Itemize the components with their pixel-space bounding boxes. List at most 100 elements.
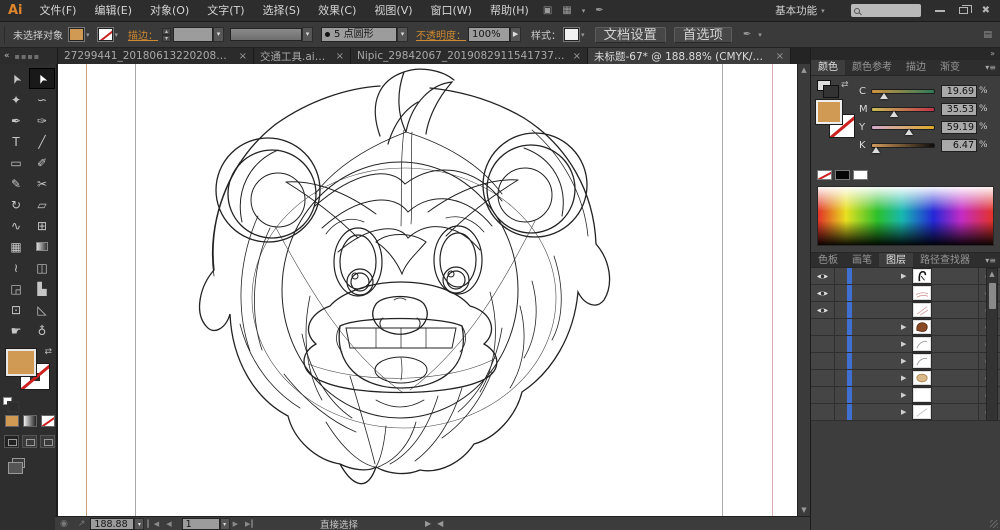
share-icon[interactable]: ↗ (73, 519, 91, 529)
layer-row[interactable]: ▶◎ (811, 319, 1000, 336)
artboard-canvas[interactable] (58, 64, 797, 516)
color-fill-proxy[interactable] (816, 100, 842, 124)
brush-dropdown[interactable]: ▾ (397, 27, 408, 42)
slider-thumb[interactable] (890, 111, 898, 117)
stroke-dropdown-icon[interactable]: ▾ (113, 31, 121, 39)
pen-tool[interactable]: ✒ (3, 110, 29, 131)
visibility-toggle[interactable] (811, 336, 835, 352)
menubar-item[interactable]: 对象(O) (141, 0, 198, 22)
free-transform-tool[interactable]: ▱ (29, 194, 55, 215)
panel-tab-画笔[interactable]: 画笔 (845, 253, 879, 267)
panel-tab-颜色[interactable]: 颜色 (811, 60, 845, 75)
fill-color-swatch[interactable] (69, 28, 84, 41)
layer-row[interactable]: ▶◎ (811, 404, 1000, 421)
scissors-tool[interactable]: ✂ (29, 173, 55, 194)
perspective-grid-tool[interactable]: ⊞ (29, 215, 55, 236)
stepper-down-icon[interactable]: ▾ (162, 35, 171, 42)
slider-value-field[interactable]: 35.53 (941, 103, 977, 116)
slider-thumb[interactable] (872, 147, 880, 153)
vertical-scrollbar[interactable]: ▲ ▼ (797, 64, 810, 516)
panel-menu-icon[interactable]: ▾≡ (985, 253, 1000, 267)
slider-track[interactable] (871, 107, 935, 112)
screen-mode-button[interactable] (12, 458, 25, 468)
document-tab[interactable]: 未标题-67* @ 188.88% (CMYK/轮廓)× (588, 48, 791, 64)
menubar-item[interactable]: 视图(V) (365, 0, 421, 22)
toolbar-collapse-icon[interactable]: « (4, 51, 10, 61)
layer-main[interactable]: ▶ (835, 353, 978, 369)
layer-thumbnail[interactable] (913, 371, 931, 385)
color-swap-icon[interactable]: ⇄ (841, 80, 849, 90)
pen-behavior-icon[interactable]: ✒ (590, 5, 608, 16)
blend-tool[interactable]: ◲ (3, 278, 29, 299)
slice-tool[interactable]: ◺ (29, 299, 55, 320)
artboard-field[interactable]: 1 (182, 518, 220, 530)
none-swatch[interactable] (817, 170, 832, 180)
layer-thumbnail[interactable] (913, 269, 931, 283)
expand-triangle-icon[interactable]: ▶ (901, 272, 906, 280)
layer-main[interactable]: ▶ (835, 370, 978, 386)
rotate-tool[interactable]: ↻ (3, 194, 29, 215)
menubar-item[interactable]: 窗口(W) (422, 0, 481, 22)
layers-scroll-thumb[interactable] (989, 283, 996, 309)
none-button[interactable] (41, 415, 55, 427)
last-artboard-icon[interactable]: ▶▎ (242, 520, 261, 528)
draw-normal-button[interactable] (4, 435, 19, 448)
expand-triangle-icon[interactable]: ▶ (901, 408, 906, 416)
zoom-dropdown[interactable]: ▾ (134, 518, 144, 530)
layer-thumbnail[interactable] (913, 337, 931, 351)
visibility-eye-icon[interactable] (811, 285, 835, 301)
slider-track[interactable] (871, 143, 935, 148)
menubar-item[interactable]: 帮助(H) (481, 0, 538, 22)
status-dot-icon[interactable]: ◉ (55, 519, 73, 529)
scroll-up-icon[interactable]: ▲ (801, 66, 806, 74)
color-spectrum[interactable] (817, 186, 994, 246)
status-scroll-arrows[interactable]: ▶◀ (425, 519, 449, 528)
curvature-tool[interactable]: ✑ (29, 110, 55, 131)
draw-behind-button[interactable] (22, 435, 37, 448)
arrange-documents-icon[interactable]: ▣ (538, 5, 557, 16)
magic-wand-tool[interactable]: ✦ (3, 89, 29, 110)
slider-thumb[interactable] (880, 93, 888, 99)
panel-tab-渐变[interactable]: 渐变 (933, 60, 967, 75)
stepper-up-icon[interactable]: ▴ (162, 28, 171, 35)
layer-row[interactable]: ▶◎ (811, 387, 1000, 404)
selection-tool[interactable]: ➤ (3, 68, 29, 89)
tab-close-icon[interactable]: × (336, 51, 344, 62)
layer-main[interactable]: ▶ (835, 387, 978, 403)
hand-tool[interactable]: ☛ (3, 320, 29, 341)
stroke-weight-field[interactable] (173, 27, 213, 42)
layer-main[interactable]: ▶ (835, 336, 978, 352)
draw-inside-button[interactable] (40, 435, 55, 448)
shape-builder-tool[interactable]: ◫ (29, 257, 55, 278)
layer-row[interactable]: ▶◎ (811, 353, 1000, 370)
slider-value-field[interactable]: 19.69 (941, 85, 977, 98)
opacity-panel-link[interactable]: 不透明度： (416, 27, 466, 42)
panel-tab-颜色参考[interactable]: 颜色参考 (845, 60, 899, 75)
close-button[interactable]: ✖ (982, 6, 990, 16)
prev-artboard-icon[interactable]: ◀ (163, 520, 175, 528)
type-tool[interactable]: T (3, 131, 29, 152)
layer-main[interactable] (835, 302, 978, 318)
style-swatch[interactable] (564, 28, 579, 41)
visibility-toggle[interactable] (811, 404, 835, 420)
panel-tab-色板[interactable]: 色板 (811, 253, 845, 267)
minimize-button[interactable] (935, 10, 945, 12)
black-swatch[interactable] (835, 170, 850, 180)
visibility-toggle[interactable] (811, 387, 835, 403)
artboard-tool[interactable]: ⊡ (3, 299, 29, 320)
eyedropper-tool[interactable]: ≀ (3, 257, 29, 278)
layer-row[interactable]: ▶◎ (811, 336, 1000, 353)
layers-scroll-up-icon[interactable]: ▲ (987, 269, 997, 280)
dock-collapse-icon[interactable]: » (990, 49, 995, 58)
document-tab[interactable]: Nipic_29842067_20190829115417377000.ai*× (351, 48, 588, 64)
layer-main[interactable] (835, 285, 978, 301)
layer-row[interactable]: ▶◎ (811, 268, 1000, 285)
layout-dropdown-icon[interactable]: ▾ (577, 7, 591, 15)
panel-tab-描边[interactable]: 描边 (899, 60, 933, 75)
mesh-tool[interactable]: ▦ (3, 236, 29, 257)
layer-thumbnail[interactable] (913, 405, 931, 419)
line-segment-tool[interactable]: ╱ (29, 131, 55, 152)
layout-grid-icon[interactable]: ▦ (557, 5, 576, 16)
expand-triangle-icon[interactable]: ▶ (901, 340, 906, 348)
menubar-item[interactable]: 编辑(E) (85, 0, 141, 22)
